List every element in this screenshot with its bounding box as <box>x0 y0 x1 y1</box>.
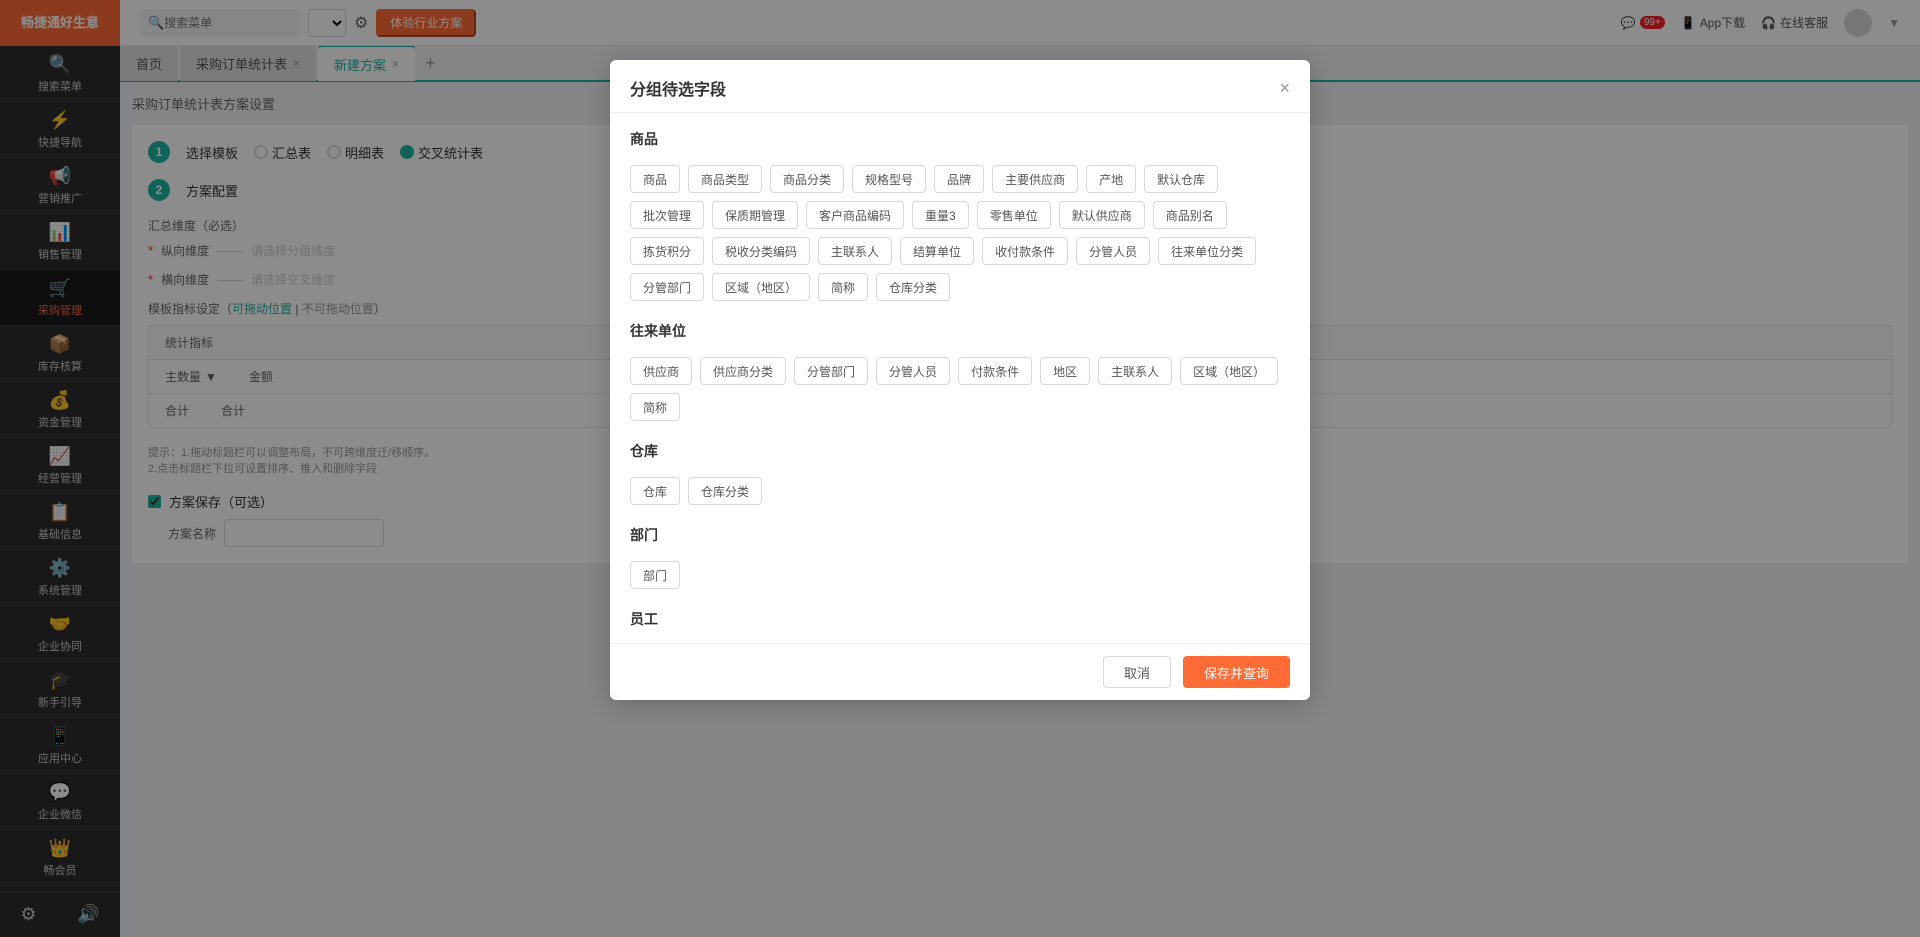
modal-close-btn[interactable]: × <box>1279 78 1290 99</box>
field-tag-cp-payment[interactable]: 付款条件 <box>958 357 1032 385</box>
field-tag-pick-points[interactable]: 拣货积分 <box>630 237 704 265</box>
section-warehouse-tags: 仓库 仓库分类 <box>630 477 1290 505</box>
modal-header: 分组待选字段 × <box>610 60 1310 113</box>
field-tag-customer-sku[interactable]: 客户商品编码 <box>806 201 904 229</box>
field-tag-cp-dept[interactable]: 分管部门 <box>794 357 868 385</box>
field-tag-tax-code[interactable]: 税收分类编码 <box>712 237 810 265</box>
modal-overlay: 分组待选字段 × 商品 商品 商品类型 商品分类 规格型号 品牌 主要供应商 产… <box>0 0 1920 937</box>
field-tag-cp-short[interactable]: 简称 <box>630 393 680 421</box>
field-tag-weight[interactable]: 重量3 <box>912 201 969 229</box>
save-query-button[interactable]: 保存并查询 <box>1183 656 1290 688</box>
modal-body: 商品 商品 商品类型 商品分类 规格型号 品牌 主要供应商 产地 默认仓库 批次… <box>610 113 1310 643</box>
field-tag-cp-area[interactable]: 地区 <box>1040 357 1090 385</box>
field-select-modal: 分组待选字段 × 商品 商品 商品类型 商品分类 规格型号 品牌 主要供应商 产… <box>610 60 1310 700</box>
field-tag-product-type[interactable]: 商品类型 <box>688 165 762 193</box>
field-tag-product-category[interactable]: 商品分类 <box>770 165 844 193</box>
section-department-title: 部门 <box>630 525 1290 549</box>
field-tag-payment-terms[interactable]: 收付款条件 <box>982 237 1068 265</box>
field-tag-supplier[interactable]: 供应商 <box>630 357 692 385</box>
field-tag-warehouse-cat[interactable]: 仓库分类 <box>688 477 762 505</box>
field-tag-product-alias[interactable]: 商品别名 <box>1153 201 1227 229</box>
section-employee-title: 员工 <box>630 609 1290 633</box>
field-tag-main-supplier[interactable]: 主要供应商 <box>992 165 1078 193</box>
field-tag-short-name[interactable]: 简称 <box>818 273 868 301</box>
modal-footer: 取消 保存并查询 <box>610 643 1310 700</box>
field-tag-warehouse-category[interactable]: 仓库分类 <box>876 273 950 301</box>
field-tag-spec-model[interactable]: 规格型号 <box>852 165 926 193</box>
section-products-title: 商品 <box>630 129 1290 153</box>
section-department: 部门 部门 <box>630 525 1290 589</box>
field-tag-cp-region[interactable]: 区域（地区） <box>1180 357 1278 385</box>
section-warehouse: 仓库 仓库 仓库分类 <box>630 441 1290 505</box>
section-products-tags: 商品 商品类型 商品分类 规格型号 品牌 主要供应商 产地 默认仓库 批次管理 … <box>630 165 1290 301</box>
field-tag-settlement-unit[interactable]: 结算单位 <box>900 237 974 265</box>
field-tag-product[interactable]: 商品 <box>630 165 680 193</box>
section-counterparty: 往来单位 供应商 供应商分类 分管部门 分管人员 付款条件 地区 主联系人 区域… <box>630 321 1290 421</box>
section-department-tags: 部门 <box>630 561 1290 589</box>
cancel-button[interactable]: 取消 <box>1103 656 1171 688</box>
field-tag-main-contact[interactable]: 主联系人 <box>818 237 892 265</box>
section-products: 商品 商品 商品类型 商品分类 规格型号 品牌 主要供应商 产地 默认仓库 批次… <box>630 129 1290 301</box>
section-warehouse-title: 仓库 <box>630 441 1290 465</box>
field-tag-partner-category[interactable]: 往来单位分类 <box>1158 237 1256 265</box>
field-tag-batch-mgmt[interactable]: 批次管理 <box>630 201 704 229</box>
section-employee: 员工 业务员 <box>630 609 1290 643</box>
field-tag-supervisor[interactable]: 分管人员 <box>1076 237 1150 265</box>
field-tag-brand[interactable]: 品牌 <box>934 165 984 193</box>
field-tag-retail-unit[interactable]: 零售单位 <box>977 201 1051 229</box>
field-tag-supplier-category[interactable]: 供应商分类 <box>700 357 786 385</box>
field-tag-region[interactable]: 区域（地区） <box>712 273 810 301</box>
section-counterparty-tags: 供应商 供应商分类 分管部门 分管人员 付款条件 地区 主联系人 区域（地区） … <box>630 357 1290 421</box>
section-counterparty-title: 往来单位 <box>630 321 1290 345</box>
field-tag-mgmt-dept[interactable]: 分管部门 <box>630 273 704 301</box>
field-tag-origin[interactable]: 产地 <box>1086 165 1136 193</box>
field-tag-warehouse[interactable]: 仓库 <box>630 477 680 505</box>
field-tag-cp-contact[interactable]: 主联系人 <box>1098 357 1172 385</box>
field-tag-default-supplier[interactable]: 默认供应商 <box>1059 201 1145 229</box>
field-tag-default-warehouse[interactable]: 默认仓库 <box>1144 165 1218 193</box>
modal-title: 分组待选字段 <box>630 76 726 100</box>
field-tag-quality-mgmt[interactable]: 保质期管理 <box>712 201 798 229</box>
field-tag-cp-supervisor[interactable]: 分管人员 <box>876 357 950 385</box>
field-tag-department[interactable]: 部门 <box>630 561 680 589</box>
